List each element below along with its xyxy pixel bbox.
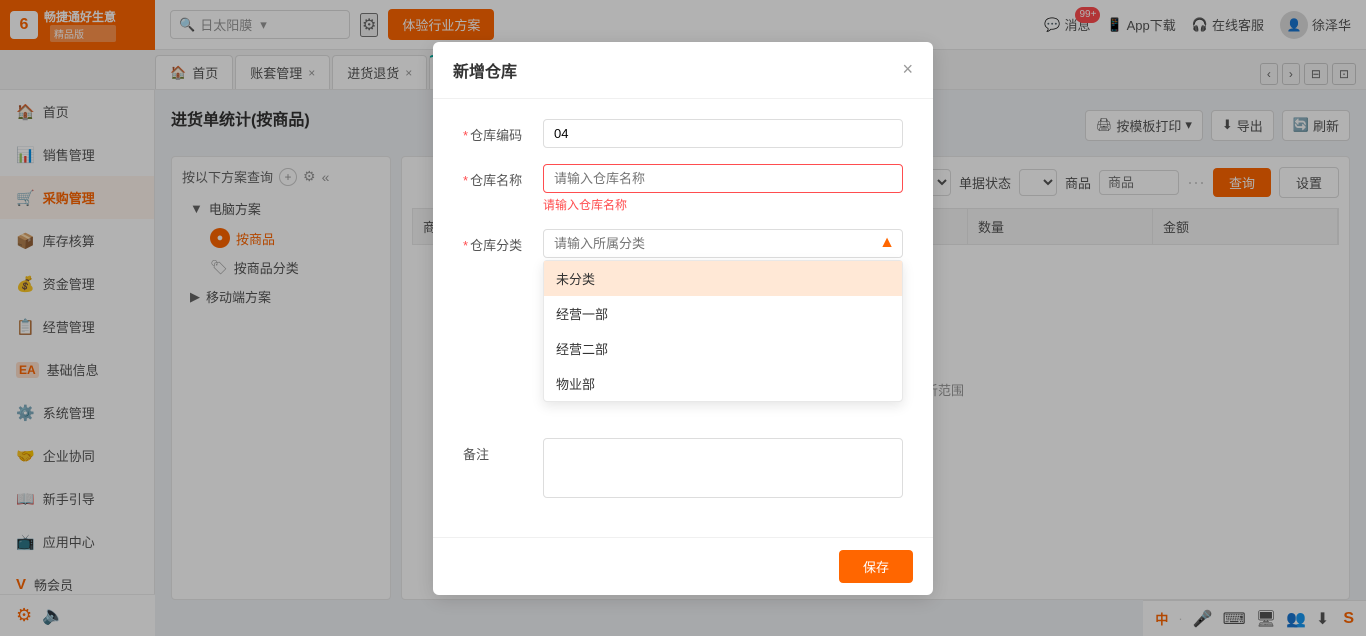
form-row-category: 仓库分类 ▲ 未分类 经营一部 经营二部 物业部 [463,229,903,258]
dropdown-item-ops2[interactable]: 经营二部 [544,331,902,366]
form-row-code: 仓库编码 [463,119,903,148]
category-arrow-icon[interactable]: ▲ [879,234,895,252]
modal-body: 仓库编码 仓库名称 请输入仓库名称 仓库分类 ▲ [433,99,933,537]
modal-close-button[interactable]: × [902,59,913,80]
add-warehouse-modal: 新增仓库 × 仓库编码 仓库名称 请输入仓库名称 仓库分类 [433,42,933,595]
modal-header: 新增仓库 × [433,42,933,99]
code-input[interactable] [543,119,903,148]
code-field [543,119,903,148]
note-field [543,438,903,501]
category-label: 仓库分类 [463,229,543,254]
name-label: 仓库名称 [463,164,543,189]
name-field: 请输入仓库名称 [543,164,903,213]
category-dropdown: 未分类 经营一部 经营二部 物业部 [543,260,903,402]
save-button[interactable]: 保存 [839,550,913,583]
modal-backdrop: 新增仓库 × 仓库编码 仓库名称 请输入仓库名称 仓库分类 [0,0,1366,636]
dropdown-item-ops1[interactable]: 经营一部 [544,296,902,331]
name-input[interactable] [543,164,903,193]
category-field: ▲ 未分类 经营一部 经营二部 物业部 [543,229,903,258]
category-input[interactable] [543,229,903,258]
code-label: 仓库编码 [463,119,543,144]
dropdown-item-property[interactable]: 物业部 [544,366,902,401]
form-row-note: 备注 [463,438,903,501]
modal-title: 新增仓库 [453,58,517,82]
name-error-text: 请输入仓库名称 [543,196,903,213]
note-input[interactable] [543,438,903,498]
dropdown-item-unclassified[interactable]: 未分类 [544,261,902,296]
form-row-name: 仓库名称 请输入仓库名称 [463,164,903,213]
modal-footer: 保存 [433,537,933,595]
category-select-wrapper: ▲ [543,229,903,258]
note-label: 备注 [463,438,543,463]
